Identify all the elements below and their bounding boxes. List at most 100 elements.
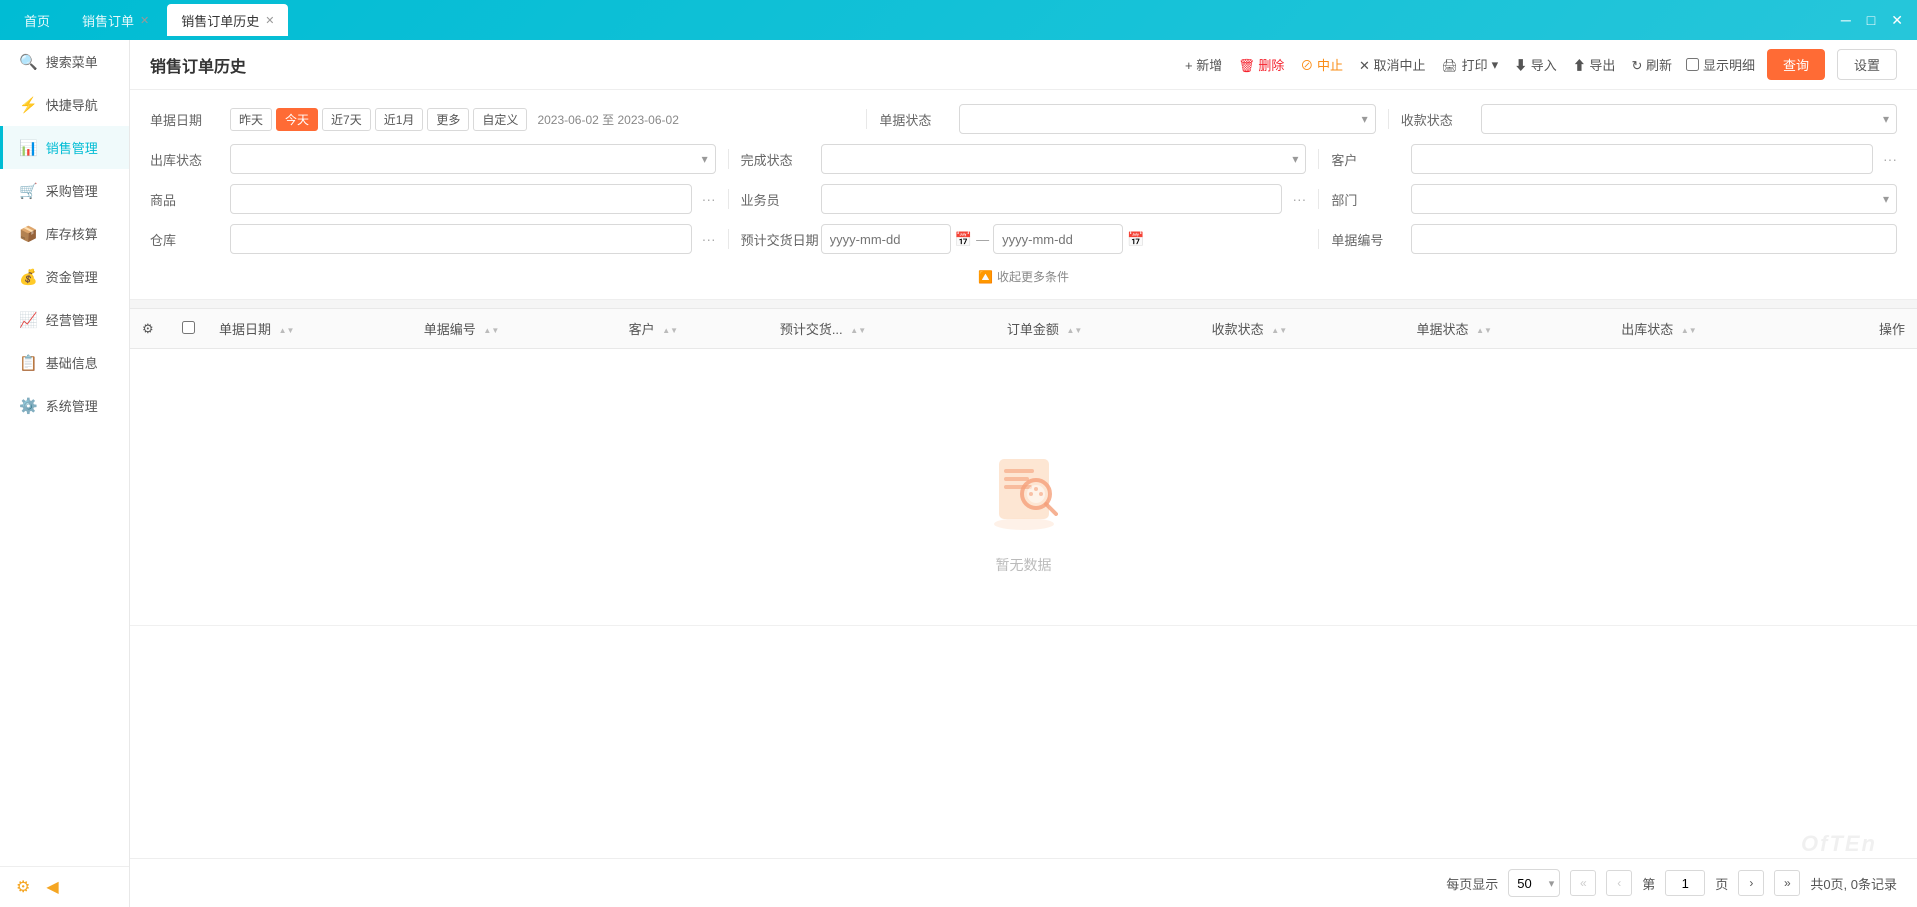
basic-info-icon: 📋 [19, 354, 38, 372]
query-button[interactable]: 查询 [1767, 49, 1825, 80]
print-dropdown-icon[interactable]: ▾ [1492, 57, 1499, 73]
page-prev-button[interactable]: ‹ [1606, 870, 1632, 896]
date-btn-more[interactable]: 更多 [427, 108, 469, 131]
stop-button-label: ⊘ 中止 [1300, 55, 1343, 74]
page-first-button[interactable]: « [1570, 870, 1596, 896]
th-bill-date[interactable]: 单据日期 ▲▼ [207, 309, 412, 349]
new-button[interactable]: + 新增 [1183, 51, 1224, 78]
warehouse-input[interactable] [230, 224, 692, 254]
th-customer[interactable]: 客户 ▲▼ [617, 309, 768, 349]
th-settings[interactable]: ⚙ [130, 309, 170, 349]
date-btn-custom[interactable]: 自定义 [473, 108, 527, 131]
page-next-button[interactable]: › [1738, 870, 1764, 896]
date-to-icon[interactable]: 📅 [1127, 231, 1144, 248]
tab-home[interactable]: 首页 [10, 4, 64, 36]
th-out-status[interactable]: 出库状态 ▲▼ [1609, 309, 1814, 349]
expected-date-from[interactable] [821, 224, 951, 254]
salesperson-control: ··· [821, 184, 1307, 214]
department-select[interactable] [1411, 184, 1897, 214]
sort-customer-icon: ▲▼ [662, 327, 678, 335]
import-button[interactable]: ⬇ 导入 [1512, 51, 1559, 78]
sidebar-item-system[interactable]: ⚙️ 系统管理 [0, 384, 129, 427]
expected-date-to[interactable] [993, 224, 1123, 254]
th-bill-status[interactable]: 单据状态 ▲▼ [1404, 309, 1609, 349]
expected-date-control: 📅 — 📅 [821, 224, 1307, 254]
print-button[interactable]: 🖨 打印 ▾ [1440, 51, 1501, 78]
date-btn-yesterday[interactable]: 昨天 [230, 108, 272, 131]
th-checkbox[interactable] [170, 309, 207, 349]
date-btn-today[interactable]: 今天 [276, 108, 318, 131]
delete-button[interactable]: 🗑 删除 [1236, 51, 1286, 78]
bill-number-label: 单据编号 [1331, 230, 1411, 249]
customer-dots-icon[interactable]: ··· [1883, 151, 1897, 167]
display-detail-checkbox[interactable] [1686, 58, 1699, 71]
out-status-label: 出库状态 [150, 150, 230, 169]
filter-divider-3 [728, 149, 729, 169]
th-expected-delivery[interactable]: 预计交货... ▲▼ [768, 309, 995, 349]
complete-status-control [821, 144, 1307, 174]
collapse-bar[interactable]: 🔼 收起更多条件 [150, 264, 1897, 293]
tab-sales-order-history[interactable]: 销售订单历史 ✕ [167, 4, 288, 36]
salesperson-dots-icon[interactable]: ··· [1292, 191, 1306, 207]
page-last-button[interactable]: » [1774, 870, 1800, 896]
cancel-stop-button[interactable]: ✕ 取消中止 [1357, 51, 1428, 78]
filter-divider-4 [1318, 149, 1319, 169]
sidebar-item-purchase-mgmt-label: 采购管理 [46, 181, 98, 200]
th-bill-number[interactable]: 单据编号 ▲▼ [412, 309, 617, 349]
th-receipt-status[interactable]: 收款状态 ▲▼ [1200, 309, 1405, 349]
tab-sales-order-history-close[interactable]: ✕ [265, 14, 274, 27]
th-order-amount[interactable]: 订单金额 ▲▼ [995, 309, 1200, 349]
salesperson-input[interactable] [821, 184, 1283, 214]
tab-sales-order[interactable]: 销售订单 ✕ [68, 4, 163, 36]
window-max-button[interactable]: □ [1863, 10, 1879, 30]
complete-status-select[interactable] [821, 144, 1307, 174]
sidebar-item-quick-nav[interactable]: ⚡ 快捷导航 [0, 83, 129, 126]
pagination-bar: 每页显示 10 20 50 100 « ‹ 第 页 › » 共0页, 0条记录 [130, 858, 1917, 907]
filter-row-4: 仓库 ··· 预计交货日期 📅 — 📅 单据编 [150, 224, 1897, 254]
customer-input[interactable] [1411, 144, 1873, 174]
sidebar-item-finance-label: 资金管理 [46, 267, 98, 286]
tab-sales-order-close[interactable]: ✕ [140, 14, 149, 27]
collapse-arrow-icon: 🔼 [978, 270, 993, 284]
empty-state-cell: 暂无数据 [130, 349, 1917, 626]
sort-out-status-icon: ▲▼ [1681, 327, 1697, 335]
page-number-input[interactable] [1665, 870, 1705, 896]
operations-icon: 📈 [19, 311, 38, 329]
goods-dots-icon[interactable]: ··· [702, 191, 716, 207]
refresh-button[interactable]: ↻ 刷新 [1629, 51, 1674, 78]
receipt-status-select[interactable] [1481, 104, 1897, 134]
sidebar-item-inventory[interactable]: 📦 库存核算 [0, 212, 129, 255]
window-min-button[interactable]: ─ [1837, 10, 1855, 30]
content-area: 销售订单历史 + 新增 🗑 删除 ⊘ 中止 ✕ 取消中止 🖨 打印 ▾ [130, 40, 1917, 907]
settings-button-label: 设置 [1854, 58, 1880, 73]
sidebar-item-system-label: 系统管理 [46, 396, 98, 415]
window-close-button[interactable]: ✕ [1887, 10, 1907, 31]
empty-illustration [974, 439, 1074, 539]
date-btn-1month[interactable]: 近1月 [375, 108, 424, 131]
refresh-button-label: ↻ 刷新 [1631, 55, 1672, 74]
sidebar-item-sales-mgmt[interactable]: 📊 销售管理 [0, 126, 129, 169]
empty-text: 暂无数据 [162, 555, 1885, 575]
per-page-select[interactable]: 10 20 50 100 [1508, 869, 1560, 897]
sidebar-item-finance[interactable]: 💰 资金管理 [0, 255, 129, 298]
date-from-icon[interactable]: 📅 [955, 231, 972, 248]
out-status-select[interactable] [230, 144, 716, 174]
sidebar-settings-icon[interactable]: ⚙ [16, 877, 30, 897]
warehouse-dots-icon[interactable]: ··· [702, 231, 716, 247]
settings-button[interactable]: 设置 [1837, 49, 1897, 80]
select-all-checkbox[interactable] [182, 321, 195, 334]
sidebar-collapse-icon[interactable]: ◀ [46, 877, 58, 897]
bill-number-input[interactable] [1411, 224, 1897, 254]
sidebar-item-search-menu[interactable]: 🔍 搜索菜单 [0, 40, 129, 83]
bill-status-select[interactable] [959, 104, 1375, 134]
date-btn-7days[interactable]: 近7天 [322, 108, 371, 131]
sidebar-item-operations[interactable]: 📈 经营管理 [0, 298, 129, 341]
export-button[interactable]: ⬆ 导出 [1571, 51, 1618, 78]
filter-divider-7 [728, 229, 729, 249]
stop-button[interactable]: ⊘ 中止 [1298, 51, 1345, 78]
goods-input[interactable] [230, 184, 692, 214]
display-detail-text: 显示明细 [1703, 55, 1755, 74]
sidebar-item-purchase-mgmt[interactable]: 🛒 采购管理 [0, 169, 129, 212]
sidebar-item-basic-info[interactable]: 📋 基础信息 [0, 341, 129, 384]
system-icon: ⚙️ [19, 397, 38, 415]
